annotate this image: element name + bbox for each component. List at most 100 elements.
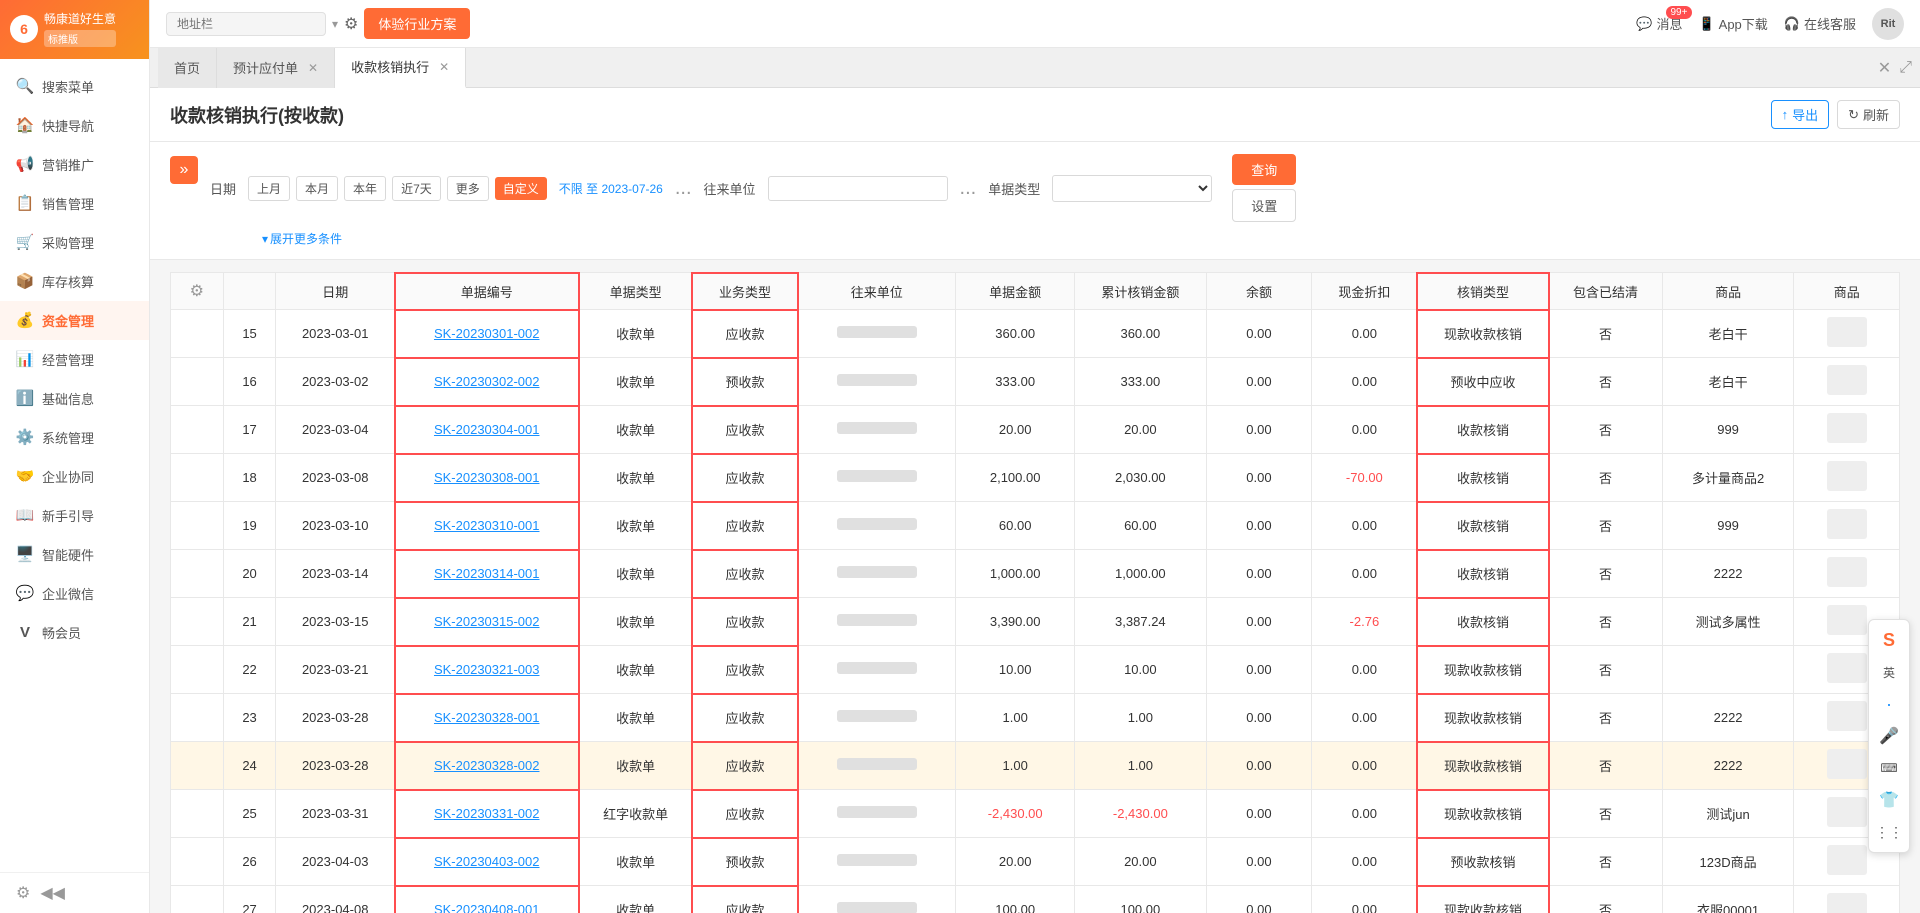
col-header-settings[interactable]: ⚙ bbox=[171, 273, 224, 310]
cell-bill-no[interactable]: SK-20230301-002 bbox=[395, 310, 579, 358]
sidebar-item-enterprise[interactable]: 🤝 企业协同 bbox=[0, 457, 149, 496]
bill-type-select[interactable] bbox=[1052, 175, 1212, 202]
bill-no-link[interactable]: SK-20230302-002 bbox=[434, 374, 540, 389]
bill-no-link[interactable]: SK-20230314-001 bbox=[434, 566, 540, 581]
floating-grid-icon[interactable]: ⋮⋮ bbox=[1875, 818, 1903, 846]
col-header-balance[interactable]: 余额 bbox=[1206, 273, 1311, 310]
bill-no-link[interactable]: SK-20230321-003 bbox=[434, 662, 540, 677]
date-btn-last-month[interactable]: 上月 bbox=[248, 176, 290, 201]
bill-no-link[interactable]: SK-20230308-001 bbox=[434, 470, 540, 485]
col-header-cancel-type[interactable]: 核销类型 bbox=[1417, 273, 1549, 310]
cell-bill-no[interactable]: SK-20230321-003 bbox=[395, 646, 579, 694]
cell-bill-no[interactable]: SK-20230308-001 bbox=[395, 454, 579, 502]
sidebar-item-system[interactable]: ⚙️ 系统管理 bbox=[0, 418, 149, 457]
close-tab-button[interactable]: ✕ bbox=[1878, 58, 1891, 78]
cell-bill-no[interactable]: SK-20230302-002 bbox=[395, 358, 579, 406]
col-header-amount[interactable]: 单据金额 bbox=[956, 273, 1075, 310]
cell-amount: 100.00 bbox=[956, 886, 1075, 913]
table-scroll-wrapper[interactable]: ⚙ 日期 单据编号 单据类型 业务类型 往来单位 单据金额 累计核销金额 余额 … bbox=[170, 272, 1900, 913]
sidebar-item-purchase[interactable]: 🛒 采购管理 bbox=[0, 223, 149, 262]
bill-no-link[interactable]: SK-20230315-002 bbox=[434, 614, 540, 629]
settings-bottom-icon[interactable]: ⚙ bbox=[16, 883, 30, 903]
bill-no-link[interactable]: SK-20230331-002 bbox=[434, 806, 540, 821]
sidebar-item-basic[interactable]: ℹ️ 基础信息 bbox=[0, 379, 149, 418]
bill-no-link[interactable]: SK-20230310-001 bbox=[434, 518, 540, 533]
cell-bill-no[interactable]: SK-20230310-001 bbox=[395, 502, 579, 550]
service-button[interactable]: 🎧 在线客服 bbox=[1784, 14, 1856, 33]
col-header-bill-no[interactable]: 单据编号 bbox=[395, 273, 579, 310]
refresh-button[interactable]: ↻ 刷新 bbox=[1837, 100, 1900, 129]
tab-prepay[interactable]: 预计应付单 ✕ bbox=[217, 48, 335, 88]
cell-bill-no[interactable]: SK-20230331-002 bbox=[395, 790, 579, 838]
cell-partner bbox=[798, 406, 956, 454]
filter-setting-button[interactable]: 设置 bbox=[1232, 189, 1296, 222]
sidebar-item-finance[interactable]: 💰 资金管理 bbox=[0, 301, 149, 340]
col-header-include-settled[interactable]: 包含已结清 bbox=[1549, 273, 1662, 310]
collapse-icon[interactable]: ◀◀ bbox=[40, 883, 65, 903]
cell-bill-no[interactable]: SK-20230304-001 bbox=[395, 406, 579, 454]
date-custom-button[interactable]: 自定义 bbox=[495, 177, 547, 200]
col-header-discount[interactable]: 现金折扣 bbox=[1312, 273, 1417, 310]
floating-text-icon[interactable]: 英 bbox=[1875, 658, 1903, 686]
sidebar-item-operations[interactable]: 📊 经营管理 bbox=[0, 340, 149, 379]
bill-no-link[interactable]: SK-20230304-001 bbox=[434, 422, 540, 437]
cell-partner bbox=[798, 694, 956, 742]
col-header-bill-type[interactable]: 单据类型 bbox=[579, 273, 692, 310]
bill-no-link[interactable]: SK-20230403-002 bbox=[434, 854, 540, 869]
floating-shirt-icon[interactable]: 👕 bbox=[1875, 786, 1903, 814]
expand-tab-button[interactable]: ⤢ bbox=[1899, 59, 1912, 77]
expand-filters-button[interactable]: ▾ 展开更多条件 bbox=[262, 230, 342, 247]
cell-bill-no[interactable]: SK-20230328-002 bbox=[395, 742, 579, 790]
tab-collect-close-icon[interactable]: ✕ bbox=[439, 60, 449, 74]
query-button[interactable]: 查询 bbox=[1232, 154, 1296, 185]
sidebar-item-marketing[interactable]: 📢 营销推广 bbox=[0, 145, 149, 184]
sidebar-item-quicknav[interactable]: 🏠 快捷导航 bbox=[0, 106, 149, 145]
cell-bill-no[interactable]: SK-20230408-001 bbox=[395, 886, 579, 913]
col-header-partner[interactable]: 往来单位 bbox=[798, 273, 956, 310]
settings-icon[interactable]: ⚙ bbox=[190, 283, 204, 300]
col-header-cumulative[interactable]: 累计核销金额 bbox=[1074, 273, 1206, 310]
tab-home[interactable]: 首页 bbox=[158, 48, 217, 88]
bill-no-link[interactable]: SK-20230301-002 bbox=[434, 326, 540, 341]
bill-no-link[interactable]: SK-20230328-002 bbox=[434, 758, 540, 773]
sidebar-item-hardware[interactable]: 🖥️ 智能硬件 bbox=[0, 535, 149, 574]
cell-bill-no[interactable]: SK-20230328-001 bbox=[395, 694, 579, 742]
floating-keyboard-icon[interactable]: ⌨ bbox=[1875, 754, 1903, 782]
tab-prepay-close-icon[interactable]: ✕ bbox=[308, 61, 318, 75]
sidebar-item-member[interactable]: V 畅会员 bbox=[0, 613, 149, 652]
solution-button[interactable]: 体验行业方案 bbox=[364, 8, 470, 39]
sidebar-bottom: ⚙ ◀◀ bbox=[0, 872, 149, 913]
export-button[interactable]: ↑ 导出 bbox=[1771, 100, 1830, 129]
message-button[interactable]: 💬 消息 99+ bbox=[1636, 14, 1682, 33]
date-btn-this-year[interactable]: 本年 bbox=[344, 176, 386, 201]
sidebar-item-guide[interactable]: 📖 新手引导 bbox=[0, 496, 149, 535]
col-header-biz-type[interactable]: 业务类型 bbox=[692, 273, 797, 310]
export-icon: ↑ bbox=[1782, 107, 1789, 122]
topbar-gear-icon[interactable]: ⚙ bbox=[344, 14, 358, 34]
cell-bill-no[interactable]: SK-20230403-002 bbox=[395, 838, 579, 886]
bill-no-link[interactable]: SK-20230328-001 bbox=[434, 710, 540, 725]
tab-collect[interactable]: 收款核销执行 ✕ bbox=[335, 48, 466, 88]
bill-no-link[interactable]: SK-20230408-001 bbox=[434, 902, 540, 913]
sidebar-item-wechat[interactable]: 💬 企业微信 bbox=[0, 574, 149, 613]
s-logo-button[interactable]: S bbox=[1875, 626, 1903, 654]
floating-mic-icon[interactable]: 🎤 bbox=[1875, 722, 1903, 750]
floating-dot-icon[interactable]: · bbox=[1875, 690, 1903, 718]
address-input[interactable] bbox=[166, 12, 326, 36]
col-header-goods[interactable]: 商品 bbox=[1662, 273, 1794, 310]
cell-settings bbox=[171, 838, 224, 886]
sidebar-item-search[interactable]: 🔍 搜索菜单 bbox=[0, 67, 149, 106]
filter-toggle-button[interactable]: » bbox=[170, 156, 198, 184]
cell-bill-no[interactable]: SK-20230315-002 bbox=[395, 598, 579, 646]
partner-filter-input[interactable] bbox=[768, 176, 948, 201]
app-download-button[interactable]: 📱 App下载 bbox=[1698, 14, 1767, 33]
col-header-date[interactable]: 日期 bbox=[276, 273, 395, 310]
col-header-goods2[interactable]: 商品 bbox=[1794, 273, 1900, 310]
sidebar-item-inventory[interactable]: 📦 库存核算 bbox=[0, 262, 149, 301]
date-btn-7days[interactable]: 近7天 bbox=[392, 176, 441, 201]
avatar[interactable]: Rit bbox=[1872, 8, 1904, 40]
date-btn-this-month[interactable]: 本月 bbox=[296, 176, 338, 201]
date-btn-more[interactable]: 更多 bbox=[447, 176, 489, 201]
cell-bill-no[interactable]: SK-20230314-001 bbox=[395, 550, 579, 598]
sidebar-item-sales[interactable]: 📋 销售管理 bbox=[0, 184, 149, 223]
